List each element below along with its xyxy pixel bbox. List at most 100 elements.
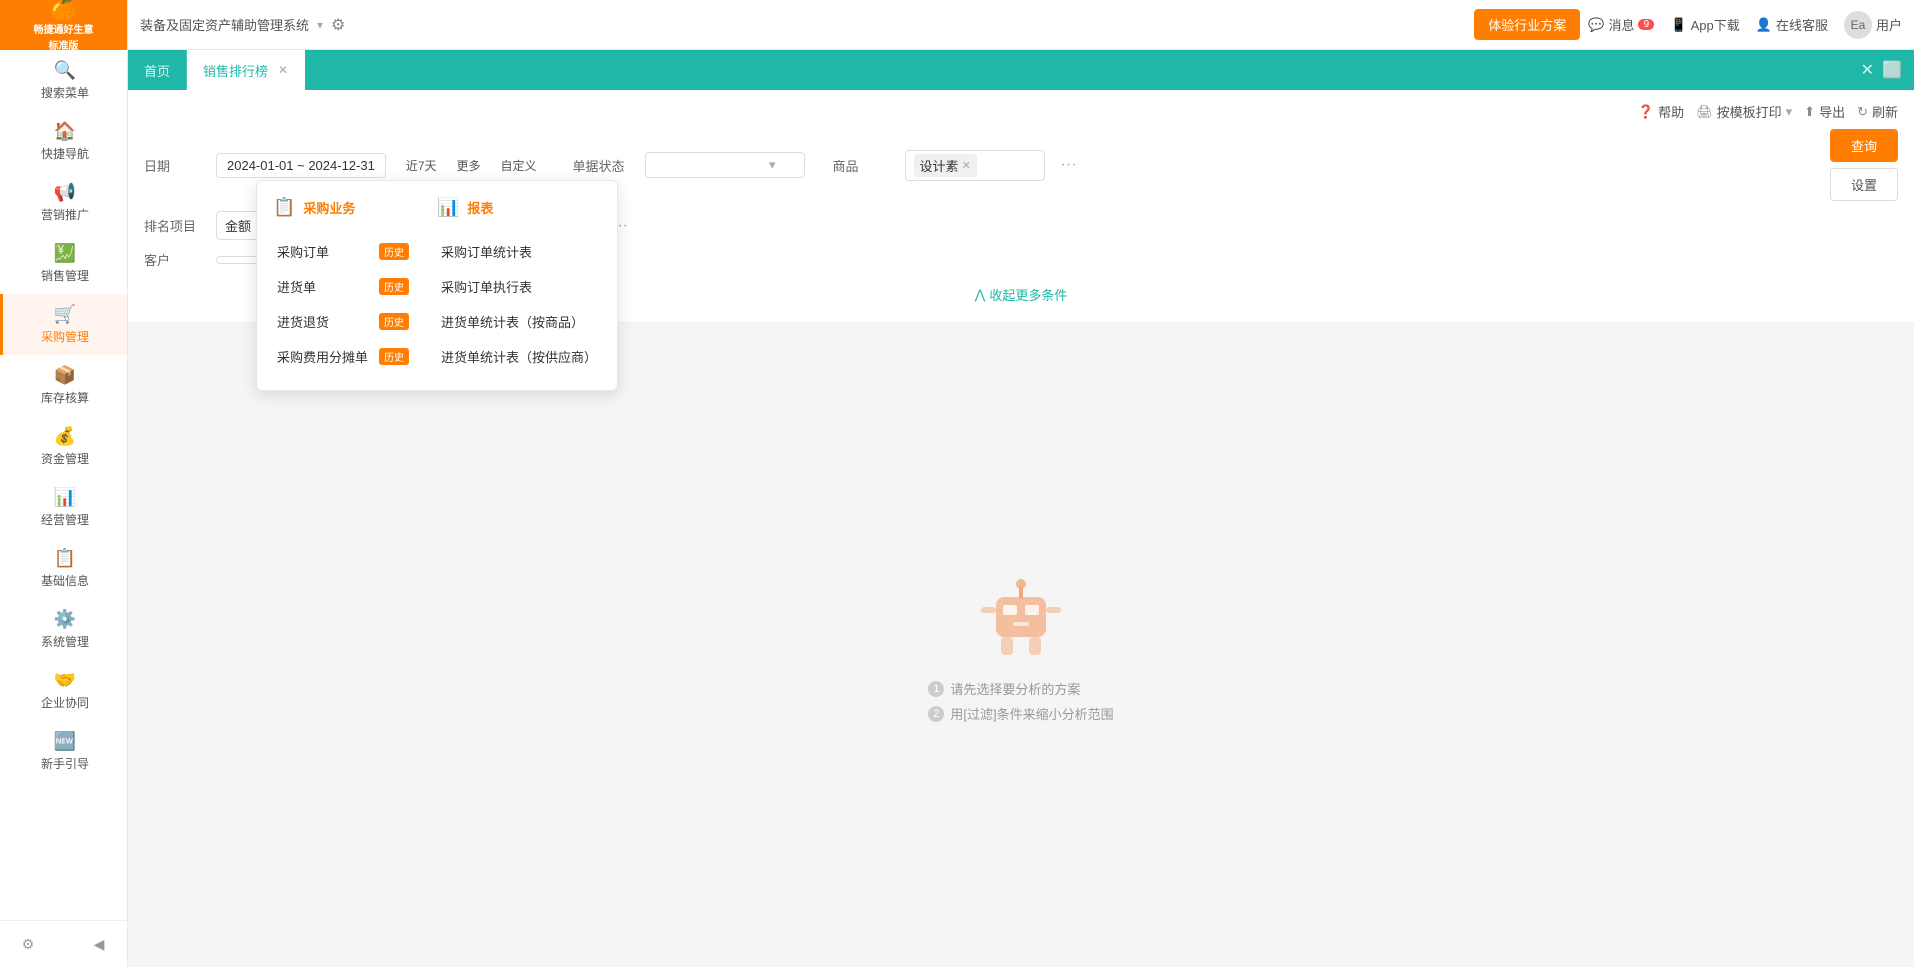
sidebar-item-basicinfo[interactable]: 📋 基础信息 [0, 538, 127, 599]
order-status-chevron-icon: ▾ [769, 157, 776, 173]
tip-num-1: 1 [928, 681, 944, 697]
phone-icon: 📱 [1670, 17, 1686, 33]
enterprise-icon: 🤝 [54, 670, 76, 691]
dropdown-col-report: 📊 报表 采购订单统计表 采购订单执行表 进货单统计表（按商品） 进货单统计表（… [437, 197, 601, 374]
sidebar-item-system[interactable]: ⚙️ 系统管理 [0, 599, 127, 660]
tab-home[interactable]: 首页 [128, 50, 187, 90]
inventory-icon: 📦 [54, 365, 76, 386]
app-download-btn[interactable]: 📱 App下载 [1670, 15, 1739, 34]
date-range-input[interactable]: 2024-01-01 ~ 2024-12-31 [216, 153, 386, 178]
app-label: App下载 [1691, 15, 1740, 34]
dropdown-col-purchase: 📋 采购业务 采购订单 历史 进货单 历史 进货退货 历史 采购费用分摊单 [273, 197, 413, 374]
logo-icon: 🍊 [50, 0, 77, 20]
guide-icon: 🆕 [54, 731, 76, 752]
dropdown-item-inbound-stat-supplier[interactable]: 进货单统计表（按供应商） [437, 339, 601, 374]
print-chevron-icon: ▾ [1786, 104, 1793, 120]
online-service-btn[interactable]: 👤 在线客服 [1756, 15, 1828, 34]
sidebar-item-guide[interactable]: 🆕 新手引导 [0, 721, 127, 782]
topbar-right: 💬 消息 9 📱 App下载 👤 在线客服 Ea 用户 [1588, 11, 1902, 39]
sidebar-item-purchase[interactable]: 🛒 采购管理 [0, 294, 127, 355]
dropdown-item-purchase-order-exec[interactable]: 采购订单执行表 [437, 269, 601, 304]
message-btn[interactable]: 💬 消息 9 [1588, 15, 1654, 34]
sidebar-item-enterprise[interactable]: 🤝 企业协同 [0, 660, 127, 721]
dropdown-col-report-title: 📊 报表 [437, 197, 601, 224]
window-resize-icon[interactable]: ⬜ [1882, 60, 1902, 80]
basicinfo-icon: 📋 [54, 548, 76, 569]
goods-ellipsis[interactable]: ··· [1061, 156, 1077, 174]
empty-state: 1 请先选择要分析的方案 2 用[过滤]条件来缩小分析范围 [128, 323, 1914, 967]
purchase-icon: 🛒 [54, 304, 76, 325]
export-btn[interactable]: ⬆ 导出 [1804, 102, 1845, 121]
sidebar-item-enterprise-label: 企业协同 [41, 694, 89, 711]
date-quick-custom[interactable]: 自定义 [493, 154, 545, 177]
query-btn[interactable]: 查询 [1830, 129, 1898, 162]
inbound-history-badge: 历史 [379, 278, 409, 295]
sidebar-item-inventory[interactable]: 📦 库存核算 [0, 355, 127, 416]
sidebar-settings-btn[interactable]: ⚙ [8, 929, 48, 959]
set-btn[interactable]: 设置 [1830, 168, 1898, 201]
window-close-icon[interactable]: ✕ [1861, 60, 1874, 80]
chevron-down-icon: ▾ [317, 18, 323, 32]
dropdown-item-inbound-stat-goods[interactable]: 进货单统计表（按商品） [437, 304, 601, 339]
dropdown-item-purchase-order-stat[interactable]: 采购订单统计表 [437, 234, 601, 269]
export-icon: ⬆ [1804, 104, 1815, 120]
tag-label: 设计素 [920, 156, 959, 175]
inbound-stat-goods-label: 进货单统计表（按商品） [441, 312, 584, 331]
tab-window-btns: ✕ ⬜ [1849, 50, 1914, 90]
tab-bar: 首页 销售排行榜 ✕ ✕ ⬜ [128, 50, 1914, 90]
sidebar-item-finance[interactable]: 💰 资金管理 [0, 416, 127, 477]
tab-close-icon[interactable]: ✕ [278, 63, 288, 77]
print-btn[interactable]: 🖨 按模板打印 ▾ [1696, 102, 1792, 121]
sidebar-item-inventory-label: 库存核算 [41, 389, 89, 406]
date-quick-7days[interactable]: 近7天 [398, 154, 445, 177]
sidebar-item-search-label: 搜索菜单 [41, 84, 89, 101]
home-icon: 🏠 [54, 121, 76, 142]
query-set-col: 查询 设置 [1830, 129, 1898, 201]
user-btn[interactable]: Ea 用户 [1844, 11, 1902, 39]
collapse-up-icon: ⋀ [975, 287, 986, 303]
refresh-btn[interactable]: ↻ 刷新 [1857, 102, 1898, 121]
sidebar-item-quicknav-label: 快捷导航 [41, 145, 89, 162]
empty-tips: 1 请先选择要分析的方案 2 用[过滤]条件来缩小分析范围 [928, 679, 1113, 723]
dropdown-item-inbound-return[interactable]: 进货退货 历史 [273, 304, 413, 339]
rank-item-label: 排名项目 [144, 216, 204, 235]
sidebar-item-quicknav[interactable]: 🏠 快捷导航 [0, 111, 127, 172]
sidebar-logo: 🍊 畅捷通好生意 标准版 [0, 0, 127, 50]
report-col-icon: 📊 [437, 197, 459, 218]
industry-btn[interactable]: 体验行业方案 [1474, 9, 1580, 40]
sidebar-item-finance-label: 资金管理 [41, 450, 89, 467]
purchase-order-label: 采购订单 [277, 242, 329, 261]
sidebar-item-sales[interactable]: 💹 销售管理 [0, 233, 127, 294]
order-status-label: 单据状态 [573, 156, 633, 175]
dropdown-item-inbound[interactable]: 进货单 历史 [273, 269, 413, 304]
sidebar-item-operations[interactable]: 📊 经营管理 [0, 477, 127, 538]
help-btn[interactable]: ❓ 帮助 [1638, 102, 1684, 121]
help-label: 帮助 [1658, 102, 1684, 121]
dropdown-item-purchase-expense[interactable]: 采购费用分摊单 历史 [273, 339, 413, 374]
rank-item-value: 金额 [225, 216, 251, 235]
dropdown-item-purchase-order[interactable]: 采购订单 历史 [273, 234, 413, 269]
sidebar-item-search[interactable]: 🔍 搜索菜单 [0, 50, 127, 111]
collapse-label: 收起更多条件 [989, 285, 1067, 304]
sidebar-item-operations-label: 经营管理 [41, 511, 89, 528]
purchase-expense-label: 采购费用分摊单 [277, 347, 368, 366]
marketing-icon: 📢 [54, 182, 76, 203]
date-quick-more[interactable]: 更多 [449, 154, 489, 177]
order-status-select[interactable]: ▾ [645, 152, 805, 178]
tip-text-1: 请先选择要分析的方案 [950, 679, 1080, 698]
sidebar-item-purchase-label: 采购管理 [41, 328, 89, 345]
inbound-return-label: 进货退货 [277, 312, 329, 331]
tag-close-icon[interactable]: ✕ [962, 159, 971, 172]
refresh-icon: ↻ [1857, 104, 1868, 120]
sidebar-collapse-btn[interactable]: ◀ [79, 929, 119, 959]
goods-label: 商品 [833, 156, 893, 175]
sidebar-item-sales-label: 销售管理 [41, 267, 89, 284]
tab-sales-rank[interactable]: 销售排行榜 ✕ [187, 50, 305, 90]
empty-tip-1: 1 请先选择要分析的方案 [928, 679, 1113, 698]
inbound-label: 进货单 [277, 277, 316, 296]
sidebar-item-system-label: 系统管理 [41, 633, 89, 650]
goods-input[interactable]: 设计素 ✕ [905, 150, 1045, 181]
message-icon: 💬 [1588, 17, 1604, 33]
sidebar-item-marketing[interactable]: 📢 营销推广 [0, 172, 127, 233]
gear-icon[interactable]: ⚙ [331, 15, 345, 35]
